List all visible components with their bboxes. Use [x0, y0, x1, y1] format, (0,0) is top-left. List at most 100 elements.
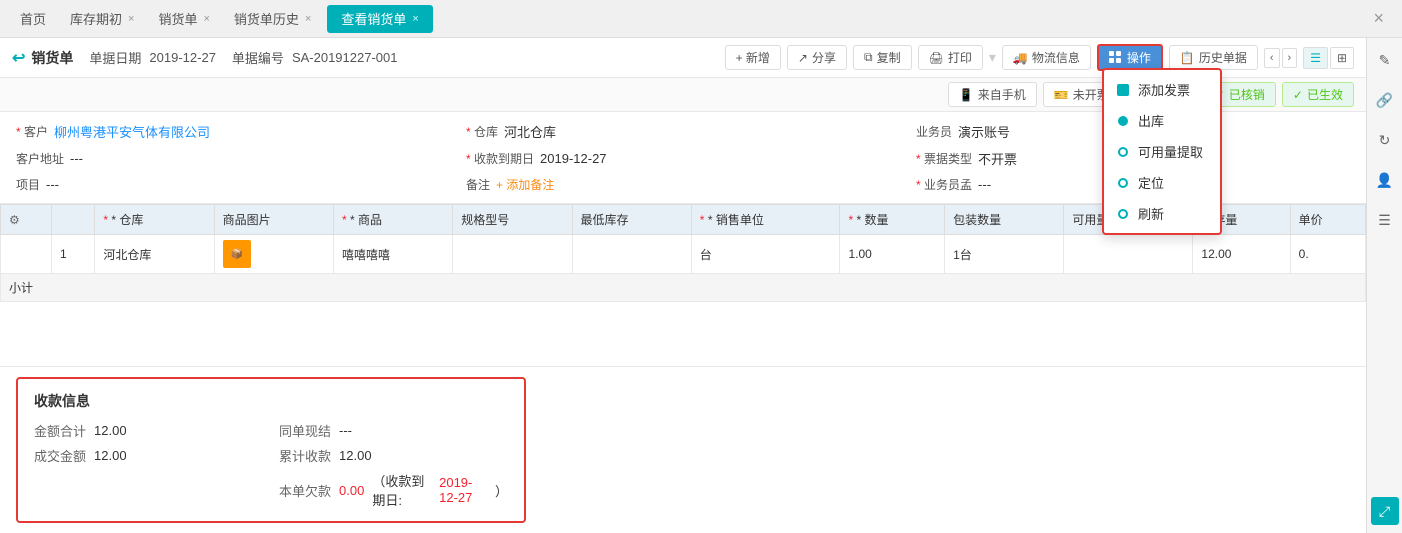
- tab-inventory[interactable]: 库存期初 ×: [58, 0, 146, 37]
- global-close-button[interactable]: ×: [1363, 8, 1394, 29]
- balance-row: 本单欠款 0.00 （收款到期日: 2019-12-27 ）: [279, 471, 508, 509]
- customer-label: 客户: [16, 123, 48, 140]
- unit-price-col-header: 单价: [1290, 205, 1365, 235]
- warehouse-col-header: * * 仓库: [95, 205, 214, 235]
- balance-note-end: ）: [495, 481, 508, 500]
- sidebar-expand-icon[interactable]: ⤢: [1371, 497, 1399, 525]
- balance-label: 本单欠款: [279, 481, 331, 500]
- row-product-img: 📦: [214, 235, 333, 274]
- tab-bar: 首页 库存期初 × 销货单 × 销货单历史 × 查看销货单 × ×: [0, 0, 1402, 38]
- address-value: ---: [70, 151, 83, 166]
- row-unit: 台: [691, 235, 840, 274]
- sales-staff-label: 业务员孟: [916, 176, 972, 193]
- balance-note: （收款到期日:: [372, 471, 431, 509]
- right-sidebar: ✎ 🔗 ↻ 👤 ☰ ⤢: [1366, 38, 1402, 533]
- project-label: 项目: [16, 176, 40, 193]
- dropdown-locate[interactable]: 定位: [1104, 167, 1220, 198]
- same-order-label: 同单现结: [279, 421, 331, 440]
- share-icon: ↗: [798, 51, 808, 65]
- print-button[interactable]: 🖨 打印: [918, 45, 983, 70]
- balance-date: 2019-12-27: [439, 475, 487, 505]
- row-product: 嘻嘻嘻嘻: [333, 235, 452, 274]
- doc-actions: + 新增 ↗ 分享 ⧉ 复制 🖨 打印 ▾ 🚚 物流信息: [725, 44, 1354, 71]
- payment-info-title: 收款信息: [34, 391, 508, 411]
- warehouse-value: 河北仓库: [504, 122, 556, 141]
- unit-col-header: * * 销售单位: [691, 205, 840, 235]
- copy-button[interactable]: ⧉ 复制: [853, 45, 912, 70]
- grid-view-button[interactable]: ⊞: [1330, 47, 1354, 69]
- tab-home[interactable]: 首页: [8, 0, 58, 37]
- view-toggle: ☰ ⊞: [1303, 47, 1354, 69]
- address-label: 客户地址: [16, 150, 64, 167]
- history-button[interactable]: 📋 历史单据: [1169, 45, 1258, 70]
- share-button[interactable]: ↗ 分享: [787, 45, 847, 70]
- row-stock: 12.00: [1193, 235, 1290, 274]
- spec-col-header: 规格型号: [453, 205, 572, 235]
- same-order-value: ---: [339, 423, 352, 438]
- close-tab-inventory[interactable]: ×: [128, 13, 134, 25]
- prev-button[interactable]: ‹: [1264, 48, 1280, 68]
- balance-value: 0.00: [339, 483, 364, 498]
- operation-dropdown: 添加发票 出库 可用量提取 定位 刷新: [1102, 68, 1222, 235]
- mobile-status-button[interactable]: 📱 来自手机: [948, 82, 1037, 107]
- address-row: 客户地址 ---: [16, 149, 450, 168]
- total-label: 金额合计: [34, 421, 86, 440]
- effective-status-button[interactable]: ✓ 已生效: [1282, 82, 1354, 107]
- tab-sales-history[interactable]: 销货单历史 ×: [222, 0, 323, 37]
- operation-button[interactable]: 操作: [1097, 44, 1163, 71]
- tab-view-sales[interactable]: 查看销货单 ×: [327, 5, 432, 33]
- sidebar-user-icon[interactable]: 👤: [1371, 166, 1399, 194]
- logistics-icon: 🚚: [1013, 51, 1028, 65]
- sidebar-rotate-icon[interactable]: ↻: [1371, 126, 1399, 154]
- logistics-button[interactable]: 🚚 物流信息: [1002, 45, 1091, 70]
- mobile-icon: 📱: [959, 88, 974, 102]
- new-button[interactable]: + 新增: [725, 45, 781, 70]
- settings-col-header[interactable]: ⚙: [1, 205, 52, 235]
- tab-sales[interactable]: 销货单 ×: [146, 0, 221, 37]
- pack-qty-col-header: 包装数量: [945, 205, 1064, 235]
- customer-value[interactable]: 柳州粤港平安气体有限公司: [54, 122, 210, 141]
- sidebar-edit-icon[interactable]: ✎: [1371, 46, 1399, 74]
- same-order-row: 同单现结 ---: [279, 421, 508, 440]
- sales-staff-value: ---: [978, 177, 991, 192]
- total-value: 12.00: [94, 423, 127, 438]
- dropdown-available-pickup[interactable]: 可用量提取: [1104, 136, 1220, 167]
- available-pickup-icon: [1116, 145, 1130, 159]
- row-min-stock: [572, 235, 691, 274]
- settings-icon[interactable]: ⚙: [9, 213, 20, 227]
- sidebar-list-icon[interactable]: ☰: [1371, 206, 1399, 234]
- warehouse-row: 仓库 河北仓库: [466, 122, 900, 141]
- warehouse-label: 仓库: [466, 123, 498, 140]
- dropdown-outbound[interactable]: 出库: [1104, 105, 1220, 136]
- payment-info-grid: 金额合计 12.00 同单现结 --- 成交金额 12.00 累计收款 12.0…: [34, 421, 508, 509]
- payment-date-label: 收款到期日: [466, 150, 534, 167]
- transaction-value: 12.00: [94, 448, 127, 463]
- row-warehouse: 河北仓库: [95, 235, 214, 274]
- dropdown-refresh[interactable]: 刷新: [1104, 198, 1220, 229]
- list-view-button[interactable]: ☰: [1303, 47, 1328, 69]
- close-tab-sales-history[interactable]: ×: [305, 13, 311, 25]
- doc-date-label: 单据日期 2019-12-27: [89, 48, 216, 67]
- locate-icon: [1116, 176, 1130, 190]
- dropdown-add-invoice[interactable]: 添加发票: [1104, 74, 1220, 105]
- close-tab-sales[interactable]: ×: [203, 13, 209, 25]
- outbound-icon: [1116, 114, 1130, 128]
- add-remark-button[interactable]: + 添加备注: [496, 176, 554, 193]
- product-thumbnail: 📦: [223, 240, 251, 268]
- total-row: 金额合计 12.00: [34, 421, 263, 440]
- customer-row: 客户 柳州粤港平安气体有限公司: [16, 122, 450, 141]
- cumulative-value: 12.00: [339, 448, 372, 463]
- remark-row: 备注 + 添加备注: [466, 176, 900, 193]
- close-tab-view-sales[interactable]: ×: [412, 13, 418, 25]
- row-unit-price: 0.: [1290, 235, 1365, 274]
- doc-number-label: 单据编号 SA-20191227-001: [232, 48, 398, 67]
- sidebar-link-icon[interactable]: 🔗: [1371, 86, 1399, 114]
- ticket-type-label: 票据类型: [916, 150, 972, 167]
- project-value: ---: [46, 177, 59, 192]
- bottom-panel: 收款信息 金额合计 12.00 同单现结 --- 成交金额 12.00: [0, 366, 1366, 533]
- next-button[interactable]: ›: [1282, 48, 1298, 68]
- payment-info-box: 收款信息 金额合计 12.00 同单现结 --- 成交金额 12.00: [16, 377, 526, 523]
- subtotal-label: 小计: [1, 274, 1366, 302]
- doc-type-icon: ↩: [12, 48, 25, 68]
- effective-icon: ✓: [1293, 88, 1303, 102]
